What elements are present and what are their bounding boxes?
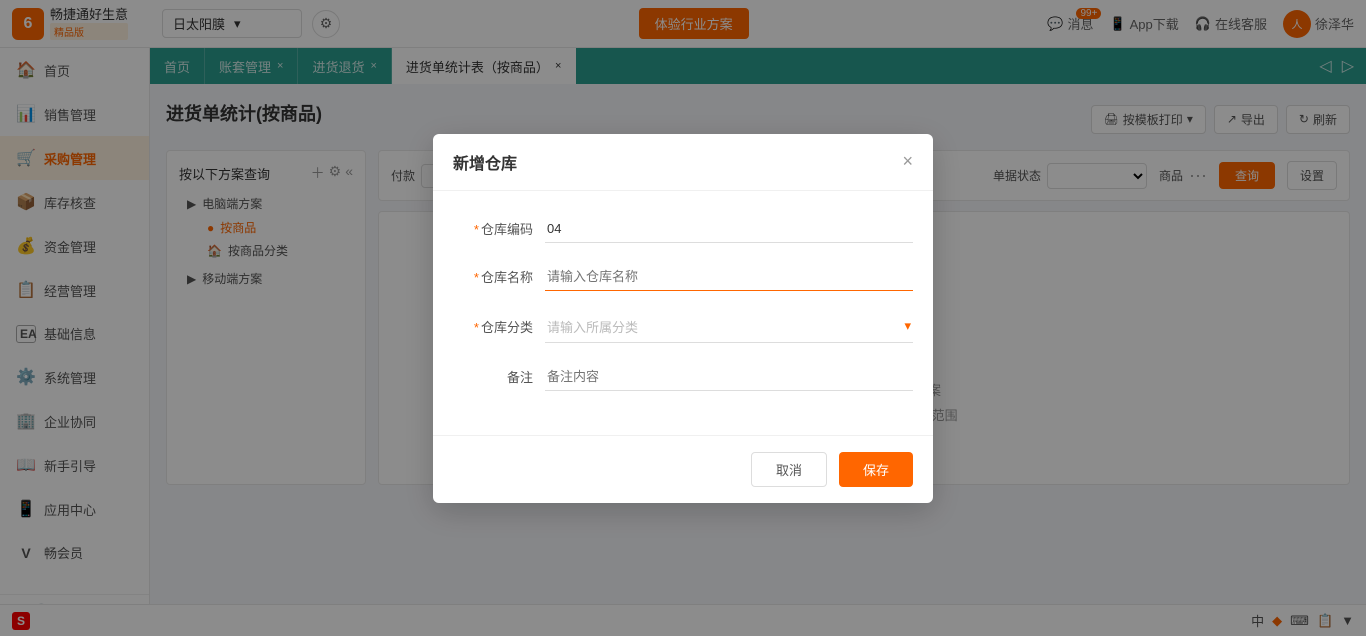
add-warehouse-modal: 新增仓库 × 仓库编码 仓库名称 仓库分类 请输入所属分类 ▾: [433, 134, 933, 503]
modal-title: 新增仓库: [453, 150, 517, 174]
modal-body: 仓库编码 仓库名称 仓库分类 请输入所属分类 ▾ 备注: [433, 191, 933, 435]
save-btn[interactable]: 保存: [839, 452, 913, 487]
category-placeholder: 请输入所属分类: [547, 317, 638, 336]
modal-header: 新增仓库 ×: [433, 134, 933, 191]
form-row-code: 仓库编码: [453, 215, 913, 243]
code-input[interactable]: [545, 215, 913, 243]
form-row-note: 备注: [453, 363, 913, 391]
note-input[interactable]: [545, 363, 913, 391]
modal-close-btn[interactable]: ×: [902, 151, 913, 172]
cancel-btn[interactable]: 取消: [751, 452, 827, 487]
name-input[interactable]: [545, 263, 913, 291]
category-dropdown-icon: ▾: [904, 318, 911, 334]
modal-footer: 取消 保存: [433, 435, 933, 503]
code-label: 仓库编码: [453, 219, 533, 238]
form-row-name: 仓库名称: [453, 263, 913, 291]
form-row-category: 仓库分类 请输入所属分类 ▾: [453, 311, 913, 343]
category-label: 仓库分类: [453, 317, 533, 336]
category-select[interactable]: 请输入所属分类 ▾: [545, 311, 913, 343]
name-label: 仓库名称: [453, 267, 533, 286]
modal-overlay: 新增仓库 × 仓库编码 仓库名称 仓库分类 请输入所属分类 ▾: [0, 0, 1366, 636]
note-label: 备注: [453, 367, 533, 386]
